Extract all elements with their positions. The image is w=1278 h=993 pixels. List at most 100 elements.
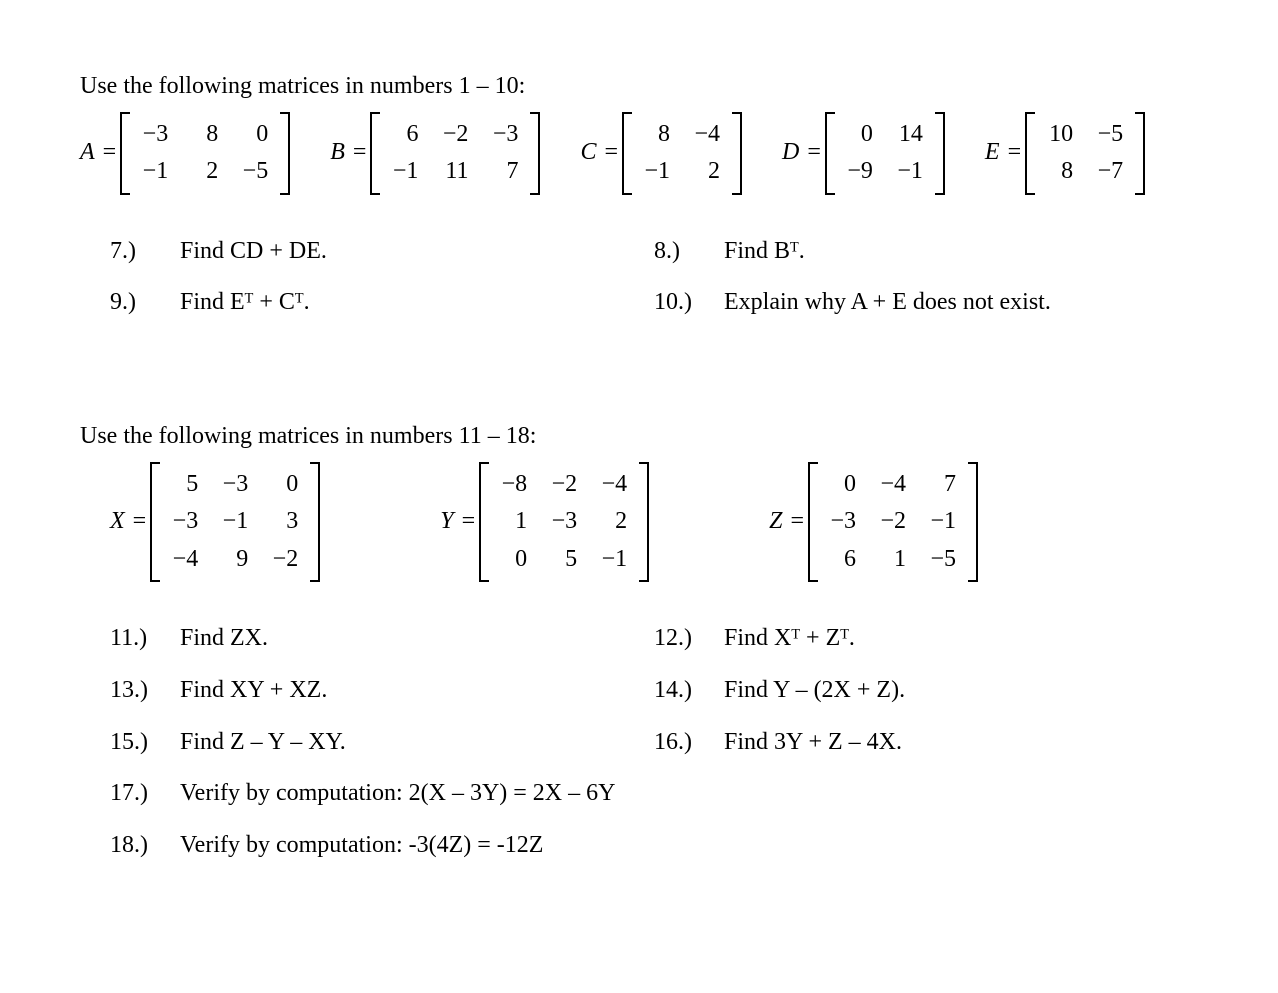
matrix-cell: −4 (868, 466, 918, 504)
problem-text: Find 3Y + Z – 4X. (724, 726, 902, 760)
matrix-name: Y (440, 505, 453, 539)
problem-number: 13.) (110, 674, 180, 708)
matrix-cell: 9 (210, 541, 260, 579)
problem-text: Find Xᵀ + Zᵀ. (724, 622, 855, 656)
matrix-cell: −5 (230, 153, 280, 191)
matrix-A: A = −380−12−5 (80, 112, 290, 195)
matrix-bracket: 8−4−12 (622, 112, 742, 195)
equals-sign: = (1008, 136, 1022, 170)
matrix-E: E = 10−58−7 (985, 112, 1145, 195)
matrix-Y: Y = −8−2−41−3205−1 (440, 462, 649, 583)
problem-number: 18.) (110, 829, 180, 863)
problem-text: Explain why A + E does not exist. (724, 286, 1051, 320)
matrix-cell: 5 (160, 466, 210, 504)
matrix-cell: 2 (682, 153, 732, 191)
matrix-Z: Z = 0−47−3−2−161−5 (769, 462, 978, 583)
matrix-cell: −1 (918, 503, 968, 541)
matrix-cell: −2 (430, 116, 480, 154)
matrix-cell: −8 (489, 466, 539, 504)
matrix-cell: 0 (260, 466, 310, 504)
equals-sign: = (604, 136, 618, 170)
problem-text: Find Bᵀ. (724, 235, 805, 269)
matrix-cell: 0 (489, 541, 539, 579)
matrix-C: C = 8−4−12 (580, 112, 742, 195)
matrix-cell: 2 (589, 503, 639, 541)
matrix-cell: −3 (818, 503, 868, 541)
matrix-cell: 8 (180, 116, 230, 154)
matrix-bracket: 5−30−3−13−49−2 (150, 462, 320, 583)
matrix-B: B = 6−2−3 −1117 (330, 112, 540, 195)
matrix-cell: 11 (430, 153, 480, 191)
matrix-cell: 0 (818, 466, 868, 504)
section2-intro: Use the following matrices in numbers 11… (80, 420, 1198, 454)
matrix-cell: −3 (210, 466, 260, 504)
matrix-X: X = 5−30−3−13−49−2 (110, 462, 320, 583)
matrix-cell: −1 (632, 153, 682, 191)
matrix-bracket: 10−58−7 (1025, 112, 1145, 195)
matrix-cell: −3 (539, 503, 589, 541)
matrix-bracket: 014−9−1 (825, 112, 945, 195)
matrix-cell: 6 (380, 116, 430, 154)
matrix-cell: −1 (885, 153, 935, 191)
matrix-cell: −2 (260, 541, 310, 579)
matrix-cell: −7 (1085, 153, 1135, 191)
section2-matrices: X = 5−30−3−13−49−2 Y = −8−2−41−3205−1 Z … (110, 462, 1198, 583)
matrix-bracket: −8−2−41−3205−1 (479, 462, 649, 583)
matrix-cell: −3 (130, 116, 180, 154)
matrix-name: X (110, 505, 125, 539)
equals-sign: = (133, 505, 147, 539)
section1-problems: 7.) Find CD + DE. 8.) Find Bᵀ. 9.) Find … (110, 235, 1198, 320)
section1-intro: Use the following matrices in numbers 1 … (80, 70, 1198, 104)
matrix-name: D (782, 136, 799, 170)
problem-number: 8.) (654, 235, 724, 269)
problem-text: Find CD + DE. (180, 235, 327, 269)
matrix-name: Z (769, 505, 782, 539)
problem-number: 16.) (654, 726, 724, 760)
section1-matrices: A = −380−12−5 B = 6−2−3−1117 C = 8−4−12 … (80, 112, 1198, 195)
equals-sign: = (462, 505, 476, 539)
matrix-cell: −2 (539, 466, 589, 504)
problem-text: Verify by computation: 2(X – 3Y) = 2X – … (180, 777, 615, 811)
matrix-cell: −9 (835, 153, 885, 191)
matrix-cell: −1 (130, 153, 180, 191)
matrix-cell: 7 (480, 153, 530, 191)
matrix-cell: 3 (260, 503, 310, 541)
matrix-cell: −3 (480, 116, 530, 154)
matrix-cell: 0 (835, 116, 885, 154)
equals-sign: = (353, 136, 367, 170)
matrix-cell: −3 (160, 503, 210, 541)
matrix-bracket: 6−2−3 −1117 (370, 112, 540, 195)
problem-text: Verify by computation: -3(4Z) = -12Z (180, 829, 543, 863)
matrix-cell: −1 (380, 153, 430, 191)
matrix-bracket: 0−47 −3−2−1 61−5 (808, 462, 978, 583)
matrix-cell: 14 (885, 116, 935, 154)
matrix-cell: 5 (539, 541, 589, 579)
matrix-cell: 7 (918, 466, 968, 504)
matrix-cell: 1 (868, 541, 918, 579)
matrix-cell: −1 (210, 503, 260, 541)
problem-number: 15.) (110, 726, 180, 760)
matrix-cell: 6 (818, 541, 868, 579)
problem-text: Find ZX. (180, 622, 268, 656)
matrix-D: D = 014−9−1 (782, 112, 945, 195)
matrix-cell: −4 (682, 116, 732, 154)
matrix-cell: 8 (1035, 153, 1085, 191)
problem-text: Find Z – Y – XY. (180, 726, 346, 760)
matrix-cell: 2 (180, 153, 230, 191)
matrix-cell: −5 (1085, 116, 1135, 154)
matrix-cell: −5 (918, 541, 968, 579)
matrix-cell: 10 (1035, 116, 1085, 154)
matrix-bracket: −380 −12−5 (120, 112, 290, 195)
equals-sign: = (103, 136, 117, 170)
matrix-name: B (330, 136, 345, 170)
problem-number: 10.) (654, 286, 724, 320)
matrix-cell: 0 (230, 116, 280, 154)
matrix-cell: −4 (160, 541, 210, 579)
matrix-cell: −4 (589, 466, 639, 504)
problem-number: 7.) (110, 235, 180, 269)
matrix-cell: −2 (868, 503, 918, 541)
problem-number: 11.) (110, 622, 180, 656)
problem-number: 14.) (654, 674, 724, 708)
problem-text: Find XY + XZ. (180, 674, 327, 708)
matrix-cell: 8 (632, 116, 682, 154)
